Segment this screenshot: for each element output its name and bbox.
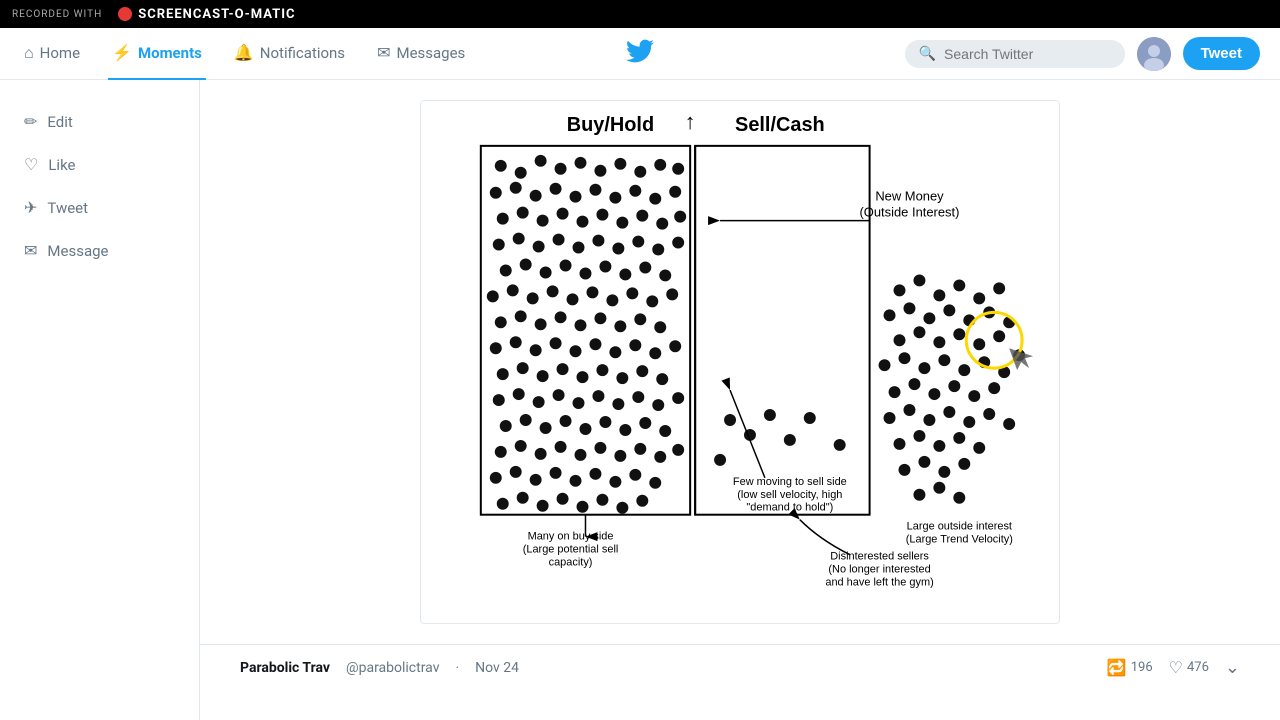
retweet-action[interactable]: 🔁 196 (1107, 658, 1153, 677)
tweet-actions: 🔁 196 ♡ 476 ⌄ (1107, 657, 1240, 678)
sidebar-item-tweet[interactable]: ✈ Tweet (0, 186, 199, 229)
like-count: 476 (1187, 660, 1209, 675)
svg-text:capacity): capacity) (549, 557, 593, 569)
screencast-dot-icon (118, 7, 132, 21)
like-action[interactable]: ♡ 476 (1169, 658, 1209, 677)
tweet-image-container: Buy/Hold ↑ Sell/Cash (200, 80, 1280, 644)
nav-notifications-label: Notifications (260, 44, 345, 62)
svg-text:New Money: New Money (875, 189, 944, 204)
twitter-nav: ⌂ Home ⚡ Moments 🔔 Notifications ✉ Messa… (0, 28, 1280, 80)
sidebar-item-edit[interactable]: ✏ Edit (0, 100, 199, 143)
svg-text:and have left the gym): and have left the gym) (825, 576, 933, 588)
avatar[interactable] (1137, 37, 1171, 71)
app-name-label: SCREENCAST-O-MATIC (138, 7, 295, 22)
search-icon: 🔍 (919, 46, 936, 62)
svg-text:"demand to hold"): "demand to hold") (746, 502, 833, 514)
more-action[interactable]: ⌄ (1225, 657, 1240, 678)
nav-moments[interactable]: ⚡ Moments (108, 28, 206, 80)
tweet-separator: · (455, 660, 459, 676)
search-input[interactable] (944, 46, 1111, 62)
chevron-down-icon: ⌄ (1225, 657, 1240, 678)
svg-text:(low sell velocity, high: (low sell velocity, high (737, 489, 842, 501)
nav-right: 🔍 Tweet (905, 37, 1260, 71)
twitter-logo (626, 37, 654, 71)
bell-icon: 🔔 (234, 43, 254, 62)
message-icon: ✉ (24, 241, 37, 260)
nav-messages-label: Messages (396, 44, 465, 62)
nav-home-label: Home (40, 44, 80, 62)
screencast-logo: RECORDED WITH SCREENCAST-O-MATIC (12, 5, 296, 24)
tweet-author: Parabolic Trav (240, 660, 330, 676)
svg-text:Large outside interest: Large outside interest (907, 521, 1012, 533)
svg-text:↑: ↑ (685, 109, 696, 134)
sidebar-item-like[interactable]: ♡ Like (0, 143, 199, 186)
sidebar-like-label: Like (48, 156, 75, 174)
retweet-icon: 🔁 (1107, 658, 1127, 677)
edit-icon: ✏ (24, 112, 37, 131)
sidebar-message-label: Message (47, 242, 108, 260)
search-box[interactable]: 🔍 (905, 40, 1125, 68)
tweet-handle: @parabolictrav (346, 660, 439, 676)
main-content: ✏ Edit ♡ Like ✈ Tweet ✉ Message Buy/Hold… (0, 80, 1280, 720)
nav-messages[interactable]: ✉ Messages (373, 28, 469, 80)
nav-notifications[interactable]: 🔔 Notifications (230, 28, 349, 80)
svg-text:Few moving to sell side: Few moving to sell side (733, 476, 847, 488)
recorded-with-label: RECORDED WITH (12, 9, 102, 20)
diagram-svg: Buy/Hold ↑ Sell/Cash (421, 101, 1059, 619)
content-area: Buy/Hold ↑ Sell/Cash (200, 80, 1280, 720)
retweet-count: 196 (1131, 660, 1153, 675)
nav-home[interactable]: ⌂ Home (20, 28, 84, 80)
sidebar: ✏ Edit ♡ Like ✈ Tweet ✉ Message (0, 80, 200, 720)
mail-icon: ✉ (377, 43, 390, 62)
sidebar-edit-label: Edit (47, 113, 72, 131)
tweet-button[interactable]: Tweet (1183, 37, 1260, 70)
svg-text:(Large Trend Velocity): (Large Trend Velocity) (906, 534, 1013, 546)
svg-text:Many on buy side: Many on buy side (528, 531, 614, 543)
sidebar-item-message[interactable]: ✉ Message (0, 229, 199, 272)
svg-text:(Outside Interest): (Outside Interest) (859, 205, 959, 220)
tweet-footer: Parabolic Trav @parabolictrav · Nov 24 🔁… (200, 644, 1280, 690)
heart-icon: ♡ (24, 155, 38, 174)
top-bar: RECORDED WITH SCREENCAST-O-MATIC (0, 0, 1280, 28)
nav-moments-label: Moments (138, 44, 202, 62)
like-icon: ♡ (1169, 658, 1183, 677)
svg-text:(Large potential sell: (Large potential sell (523, 544, 619, 556)
home-icon: ⌂ (24, 43, 34, 63)
svg-text:Sell/Cash: Sell/Cash (735, 114, 825, 136)
svg-text:Buy/Hold: Buy/Hold (567, 114, 654, 136)
tweet-date: Nov 24 (475, 660, 519, 676)
sidebar-tweet-label: Tweet (47, 199, 88, 217)
moments-icon: ⚡ (112, 43, 132, 62)
diagram-wrapper: Buy/Hold ↑ Sell/Cash (420, 100, 1060, 624)
svg-text:(No longer interested: (No longer interested (828, 564, 930, 576)
nav-left: ⌂ Home ⚡ Moments 🔔 Notifications ✉ Messa… (20, 28, 469, 80)
tweet-icon: ✈ (24, 198, 37, 217)
